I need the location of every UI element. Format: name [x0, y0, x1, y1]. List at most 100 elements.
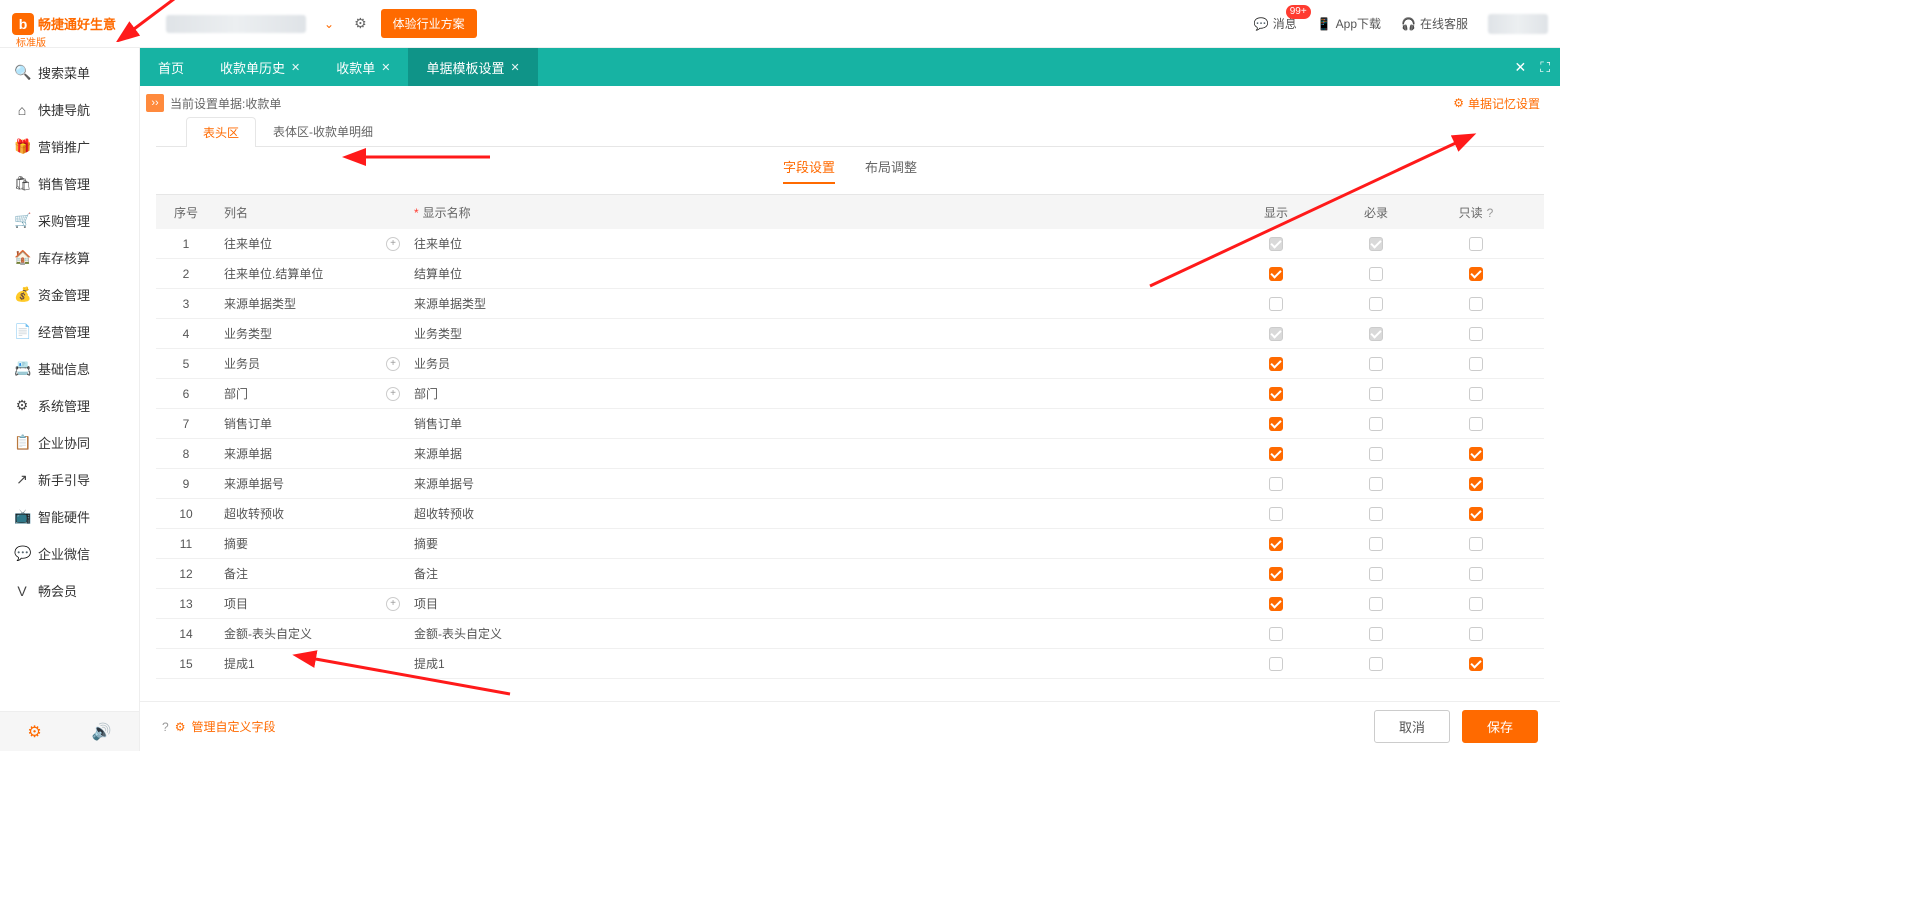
checkbox[interactable]: [1269, 567, 1283, 581]
checkbox[interactable]: [1269, 237, 1283, 251]
cell-display[interactable]: 来源单据类型: [406, 295, 1226, 312]
checkbox[interactable]: [1369, 477, 1383, 491]
close-icon[interactable]: ✕: [381, 61, 390, 74]
checkbox[interactable]: [1469, 267, 1483, 281]
cell-display[interactable]: 备注: [406, 565, 1226, 582]
cell-display[interactable]: 来源单据: [406, 445, 1226, 462]
close-icon[interactable]: ✕: [291, 61, 300, 74]
checkbox[interactable]: [1269, 537, 1283, 551]
cell-display[interactable]: 来源单据号: [406, 475, 1226, 492]
checkbox[interactable]: [1269, 297, 1283, 311]
cell-display[interactable]: 往来单位: [406, 235, 1226, 252]
sidebar-item-9[interactable]: ⚙系统管理: [0, 387, 139, 424]
sidebar-item-12[interactable]: 📺智能硬件: [0, 498, 139, 535]
checkbox[interactable]: [1469, 567, 1483, 581]
sidebar-item-14[interactable]: V畅会员: [0, 572, 139, 609]
cell-display[interactable]: 超收转预收: [406, 505, 1226, 522]
cell-display[interactable]: 摘要: [406, 535, 1226, 552]
checkbox[interactable]: [1469, 477, 1483, 491]
sub-tab-1[interactable]: 布局调整: [865, 157, 917, 184]
cell-display[interactable]: 提成1: [406, 655, 1226, 672]
sidebar-item-7[interactable]: 📄经营管理: [0, 313, 139, 350]
checkbox[interactable]: [1469, 447, 1483, 461]
sidebar-item-3[interactable]: 🛍销售管理: [0, 165, 139, 202]
area-tab-0[interactable]: 表头区: [186, 117, 256, 147]
checkbox[interactable]: [1269, 597, 1283, 611]
checkbox[interactable]: [1469, 537, 1483, 551]
tab-2[interactable]: 收款单✕: [318, 48, 408, 86]
checkbox[interactable]: [1269, 417, 1283, 431]
area-tab-1[interactable]: 表体区-收款单明细: [256, 116, 390, 146]
plus-icon[interactable]: +: [386, 387, 400, 401]
manage-custom-fields-link[interactable]: ? ⚙ 管理自定义字段: [162, 718, 275, 735]
sidebar-item-2[interactable]: 🎁营销推广: [0, 128, 139, 165]
plus-icon[interactable]: +: [386, 597, 400, 611]
checkbox[interactable]: [1269, 387, 1283, 401]
checkbox[interactable]: [1469, 417, 1483, 431]
checkbox[interactable]: [1369, 537, 1383, 551]
tab-1[interactable]: 收款单历史✕: [202, 48, 318, 86]
plus-icon[interactable]: +: [386, 357, 400, 371]
sidebar-item-0[interactable]: 🔍搜索菜单: [0, 54, 139, 91]
checkbox[interactable]: [1469, 657, 1483, 671]
checkbox[interactable]: [1469, 507, 1483, 521]
close-tab-icon[interactable]: ✕: [1514, 59, 1526, 76]
cancel-button[interactable]: 取消: [1374, 710, 1450, 743]
user-avatar-blur[interactable]: [1488, 14, 1548, 34]
checkbox[interactable]: [1369, 297, 1383, 311]
checkbox[interactable]: [1369, 627, 1383, 641]
checkbox[interactable]: [1369, 597, 1383, 611]
checkbox[interactable]: [1469, 387, 1483, 401]
sidebar-item-6[interactable]: 💰资金管理: [0, 276, 139, 313]
sidebar-item-1[interactable]: ⌂快捷导航: [0, 91, 139, 128]
customer-service-link[interactable]: 🎧 在线客服: [1401, 15, 1468, 32]
cell-display[interactable]: 业务类型: [406, 325, 1226, 342]
checkbox[interactable]: [1369, 237, 1383, 251]
checkbox[interactable]: [1369, 357, 1383, 371]
plus-icon[interactable]: +: [386, 237, 400, 251]
app-download-link[interactable]: 📱 App下载: [1317, 15, 1381, 32]
gear-icon[interactable]: ⚙: [354, 15, 367, 32]
cell-display[interactable]: 结算单位: [406, 265, 1226, 282]
cell-display[interactable]: 业务员: [406, 355, 1226, 372]
sidebar-item-13[interactable]: 💬企业微信: [0, 535, 139, 572]
checkbox[interactable]: [1369, 417, 1383, 431]
speaker-icon[interactable]: 🔊: [92, 722, 112, 742]
checkbox[interactable]: [1269, 447, 1283, 461]
checkbox[interactable]: [1469, 327, 1483, 341]
memory-settings-link[interactable]: ⚙ 单据记忆设置: [1453, 95, 1540, 112]
help-icon[interactable]: ?: [1487, 206, 1494, 220]
company-selector[interactable]: ⌄: [166, 15, 334, 33]
try-industry-button[interactable]: 体验行业方案: [381, 9, 477, 38]
checkbox[interactable]: [1469, 297, 1483, 311]
checkbox[interactable]: [1369, 447, 1383, 461]
checkbox[interactable]: [1369, 327, 1383, 341]
checkbox[interactable]: [1269, 627, 1283, 641]
checkbox[interactable]: [1469, 627, 1483, 641]
tab-0[interactable]: 首页: [140, 48, 202, 86]
sidebar-item-10[interactable]: 📋企业协同: [0, 424, 139, 461]
checkbox[interactable]: [1269, 357, 1283, 371]
sidebar-item-11[interactable]: ↗新手引导: [0, 461, 139, 498]
cell-display[interactable]: 项目: [406, 595, 1226, 612]
checkbox[interactable]: [1269, 657, 1283, 671]
close-icon[interactable]: ✕: [511, 61, 520, 74]
checkbox[interactable]: [1469, 237, 1483, 251]
collapse-toggle[interactable]: ››: [146, 94, 164, 112]
checkbox[interactable]: [1269, 327, 1283, 341]
save-button[interactable]: 保存: [1462, 710, 1538, 743]
sub-tab-0[interactable]: 字段设置: [783, 157, 835, 184]
checkbox[interactable]: [1369, 507, 1383, 521]
checkbox[interactable]: [1369, 567, 1383, 581]
cell-display[interactable]: 金额-表头自定义: [406, 625, 1226, 642]
sidebar-item-4[interactable]: 🛒采购管理: [0, 202, 139, 239]
sidebar-item-8[interactable]: 📇基础信息: [0, 350, 139, 387]
fullscreen-icon[interactable]: ⛶: [1540, 59, 1550, 76]
tab-3[interactable]: 单据模板设置✕: [408, 48, 537, 86]
checkbox[interactable]: [1369, 657, 1383, 671]
checkbox[interactable]: [1369, 387, 1383, 401]
cell-display[interactable]: 销售订单: [406, 415, 1226, 432]
cell-display[interactable]: 部门: [406, 385, 1226, 402]
messages-link[interactable]: 💬 消息 99+: [1254, 15, 1297, 32]
checkbox[interactable]: [1269, 477, 1283, 491]
